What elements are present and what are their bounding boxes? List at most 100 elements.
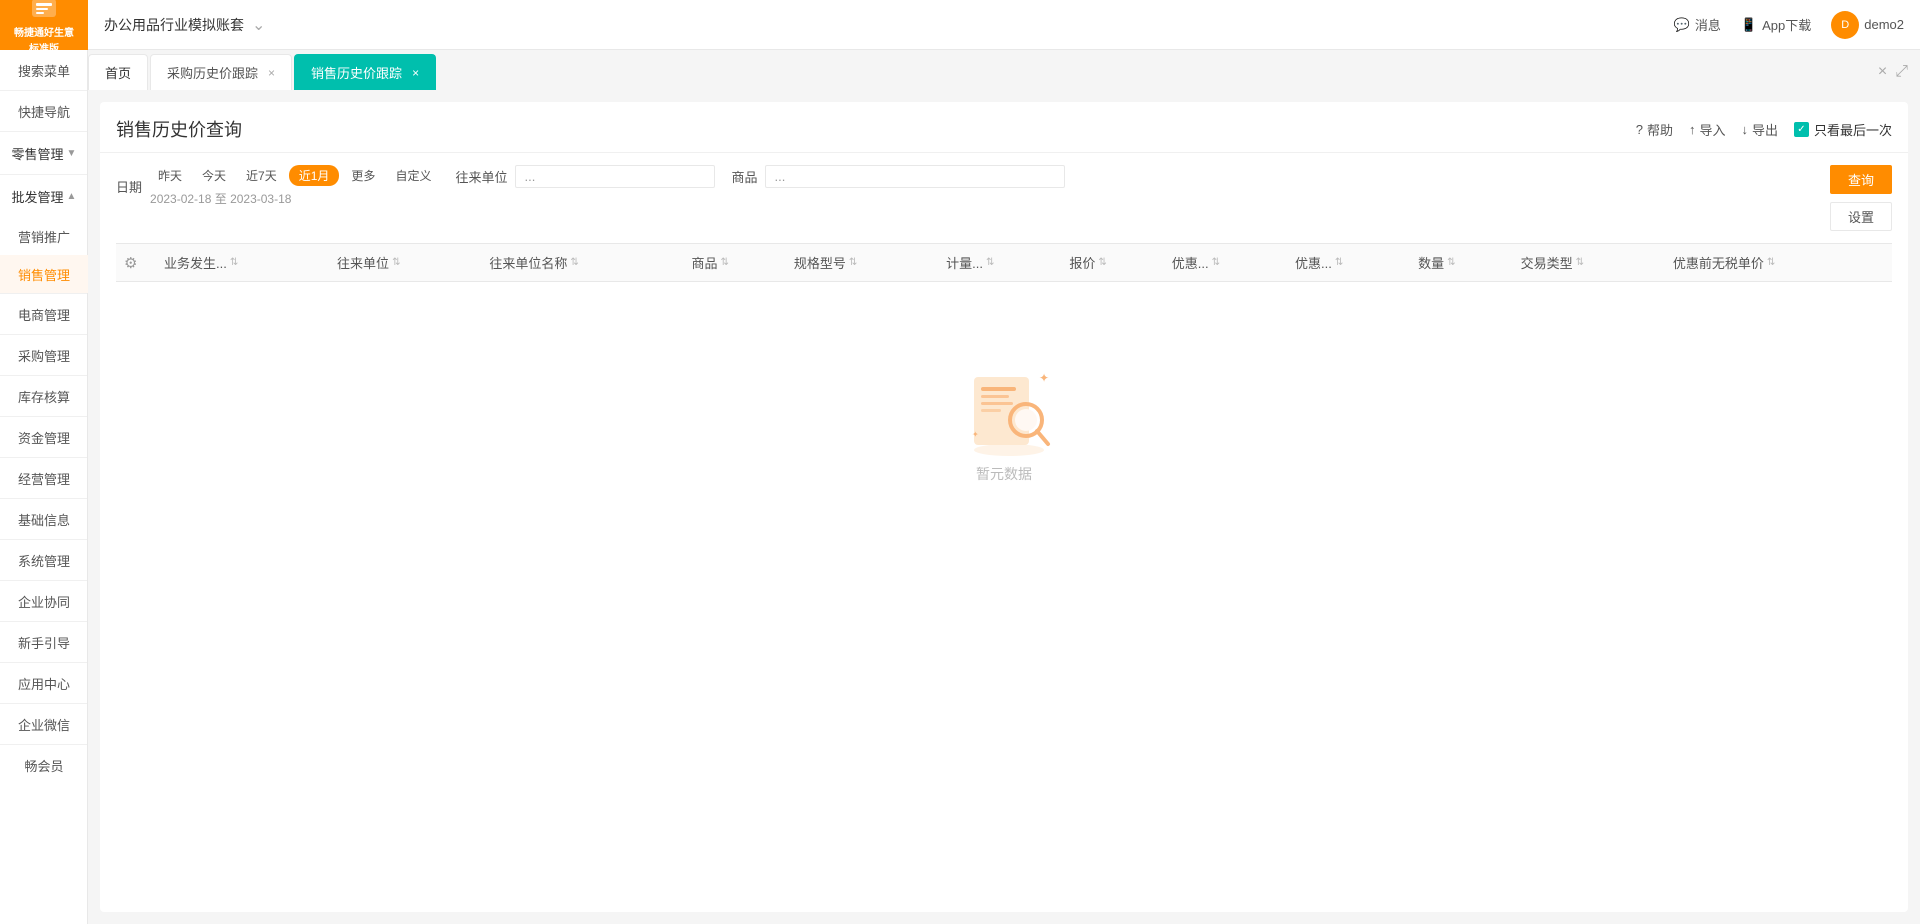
th-trade-type[interactable]: 交易类型 ⇅ [1513,244,1665,282]
tab-sales-label: 销售历史价跟踪 [311,63,402,82]
app-logo: 畅捷通好生意 标准版 [0,0,88,50]
th-spec[interactable]: 规格型号 ⇅ [786,244,938,282]
sidebar-item-guide[interactable]: 新手引导 [0,622,88,662]
table-settings-icon[interactable]: ⚙ [124,255,137,272]
query-button[interactable]: 查询 [1830,165,1892,194]
date-btn-7days[interactable]: 近7天 [238,165,285,186]
logo-icon [28,0,60,23]
th-product-label: 商品 [691,253,717,272]
dropdown-icon[interactable]: ⌄ [252,15,265,35]
close-icon[interactable]: × [268,66,275,80]
th-partner-name[interactable]: 往来单位名称 ⇅ [481,244,683,282]
th-discount2-label: 优惠... [1295,253,1332,272]
date-btn-1month[interactable]: 近1月 [289,165,340,186]
date-btn-more[interactable]: 更多 [343,165,383,186]
date-btn-yesterday[interactable]: 昨天 [150,165,190,186]
page-header: 销售历史价查询 ? 帮助 ↑ 导入 ↓ 导出 ✓ [100,102,1908,153]
th-quote[interactable]: 报价 ⇅ [1061,244,1163,282]
message-button[interactable]: 💬 消息 [1674,15,1721,34]
sort-icon: ⇅ [720,257,728,268]
sort-icon: ⇅ [849,257,857,268]
sidebar-item-wholesale-mgmt[interactable]: 批发管理 ▲ [0,175,88,217]
partner-input[interactable]: ... [515,165,715,188]
sidebar-label: 采购管理 [18,346,70,365]
sort-icon: ⇅ [986,257,994,268]
sidebar-item-finance[interactable]: 资金管理 [0,417,88,457]
th-partner-code[interactable]: 往来单位 ⇅ [329,244,481,282]
content-area: 销售历史价查询 ? 帮助 ↑ 导入 ↓ 导出 ✓ [88,90,1920,924]
th-pretax-price[interactable]: 优惠前无税单价 ⇅ [1665,244,1892,282]
sidebar-item-vip[interactable]: 畅会员 [0,745,88,785]
sidebar-item-wechat[interactable]: 企业微信 [0,704,88,744]
sidebar-label: 批发管理 [12,187,64,206]
empty-state: ✦ ✦ 暂元数据 [116,282,1892,564]
message-label: 消息 [1695,15,1721,34]
th-discount1[interactable]: 优惠... ⇅ [1164,244,1287,282]
th-quantity-label: 数量 [1418,253,1444,272]
sidebar-item-operations[interactable]: 经营管理 [0,458,88,498]
sidebar-item-search-menu[interactable]: 搜索菜单 [0,50,88,90]
topbar: 办公用品行业模拟账套 ⌄ 💬 消息 📱 App下载 D demo2 [88,0,1920,50]
filter-bar: 日期 昨天 今天 近7天 近1月 更多 自定义 2023-02-18 至 202… [100,153,1908,243]
product-label: 商品 [731,167,757,186]
date-btn-custom[interactable]: 自定义 [387,165,439,186]
sidebar-item-retail-mgmt[interactable]: 零售管理 ▼ [0,132,88,174]
download-icon: 📱 [1741,17,1757,33]
sidebar-label: 系统管理 [18,551,70,570]
sidebar-item-app-center[interactable]: 应用中心 [0,663,88,703]
th-business-date-label: 业务发生... [164,253,227,272]
user-profile[interactable]: D demo2 [1831,11,1904,39]
app-name: 畅捷通好生意 [14,24,74,39]
sidebar-item-cooperation[interactable]: 企业协同 [0,581,88,621]
th-product[interactable]: 商品 ⇅ [683,244,785,282]
sidebar-label: 资金管理 [18,428,70,447]
th-business-date[interactable]: 业务发生... ⇅ [156,244,329,282]
sidebar-label: 快捷导航 [18,102,70,121]
sidebar-item-marketing[interactable]: 营销推广 [0,217,88,255]
sidebar-label: 库存核算 [18,387,70,406]
empty-illustration: ✦ ✦ [954,362,1054,452]
close-all-button[interactable]: × [1878,54,1887,90]
app-download-button[interactable]: 📱 App下载 [1741,15,1811,34]
sort-icon: ⇅ [392,257,400,268]
sidebar-label: 搜索菜单 [18,61,70,80]
product-input-placeholder: ... [774,169,785,184]
expand-button[interactable]: ⤢ [1895,54,1908,90]
product-input[interactable]: ... [765,165,1065,188]
import-icon: ↑ [1689,122,1696,137]
export-button[interactable]: ↓ 导出 [1741,120,1778,139]
sort-icon: ⇅ [570,257,578,268]
date-btn-today[interactable]: 今天 [194,165,234,186]
sidebar-item-purchase[interactable]: 采购管理 [0,335,88,375]
empty-text: 暂元数据 [976,464,1032,484]
date-filter-section: 日期 昨天 今天 近7天 近1月 更多 自定义 2023-02-18 至 202… [116,165,439,207]
settings-button[interactable]: 设置 [1830,202,1892,231]
sort-icon: ⇅ [1335,257,1343,268]
chevron-up-icon: ▲ [67,191,77,202]
tab-purchase-history[interactable]: 采购历史价跟踪 × [150,54,292,90]
help-button[interactable]: ? 帮助 [1636,120,1673,139]
sort-icon: ⇅ [1212,257,1220,268]
tab-sales-history[interactable]: 销售历史价跟踪 × [294,54,436,90]
import-button[interactable]: ↑ 导入 [1689,120,1726,139]
tab-purchase-label: 采购历史价跟踪 [167,63,258,82]
th-discount2[interactable]: 优惠... ⇅ [1287,244,1410,282]
account-name: 办公用品行业模拟账套 [104,15,244,35]
sidebar-label: 销售管理 [18,265,70,284]
tab-home[interactable]: 首页 [88,54,148,90]
sidebar-item-ecommerce[interactable]: 电商管理 [0,294,88,334]
page-title: 销售历史价查询 [116,116,242,142]
close-icon[interactable]: × [412,66,419,80]
sort-icon: ⇅ [1576,257,1584,268]
sort-icon: ⇅ [230,257,238,268]
only-last-checkbox[interactable]: ✓ 只看最后一次 [1794,120,1892,139]
th-unit[interactable]: 计量... ⇅ [938,244,1061,282]
sidebar-item-quick-nav[interactable]: 快捷导航 [0,91,88,131]
only-last-label: 只看最后一次 [1814,120,1892,139]
sidebar-item-inventory[interactable]: 库存核算 [0,376,88,416]
sidebar-item-base-info[interactable]: 基础信息 [0,499,88,539]
sort-icon: ⇅ [1767,257,1775,268]
sidebar-item-sales-mgmt[interactable]: 销售管理 [0,255,88,293]
sidebar-item-system[interactable]: 系统管理 [0,540,88,580]
th-quantity[interactable]: 数量 ⇅ [1410,244,1512,282]
